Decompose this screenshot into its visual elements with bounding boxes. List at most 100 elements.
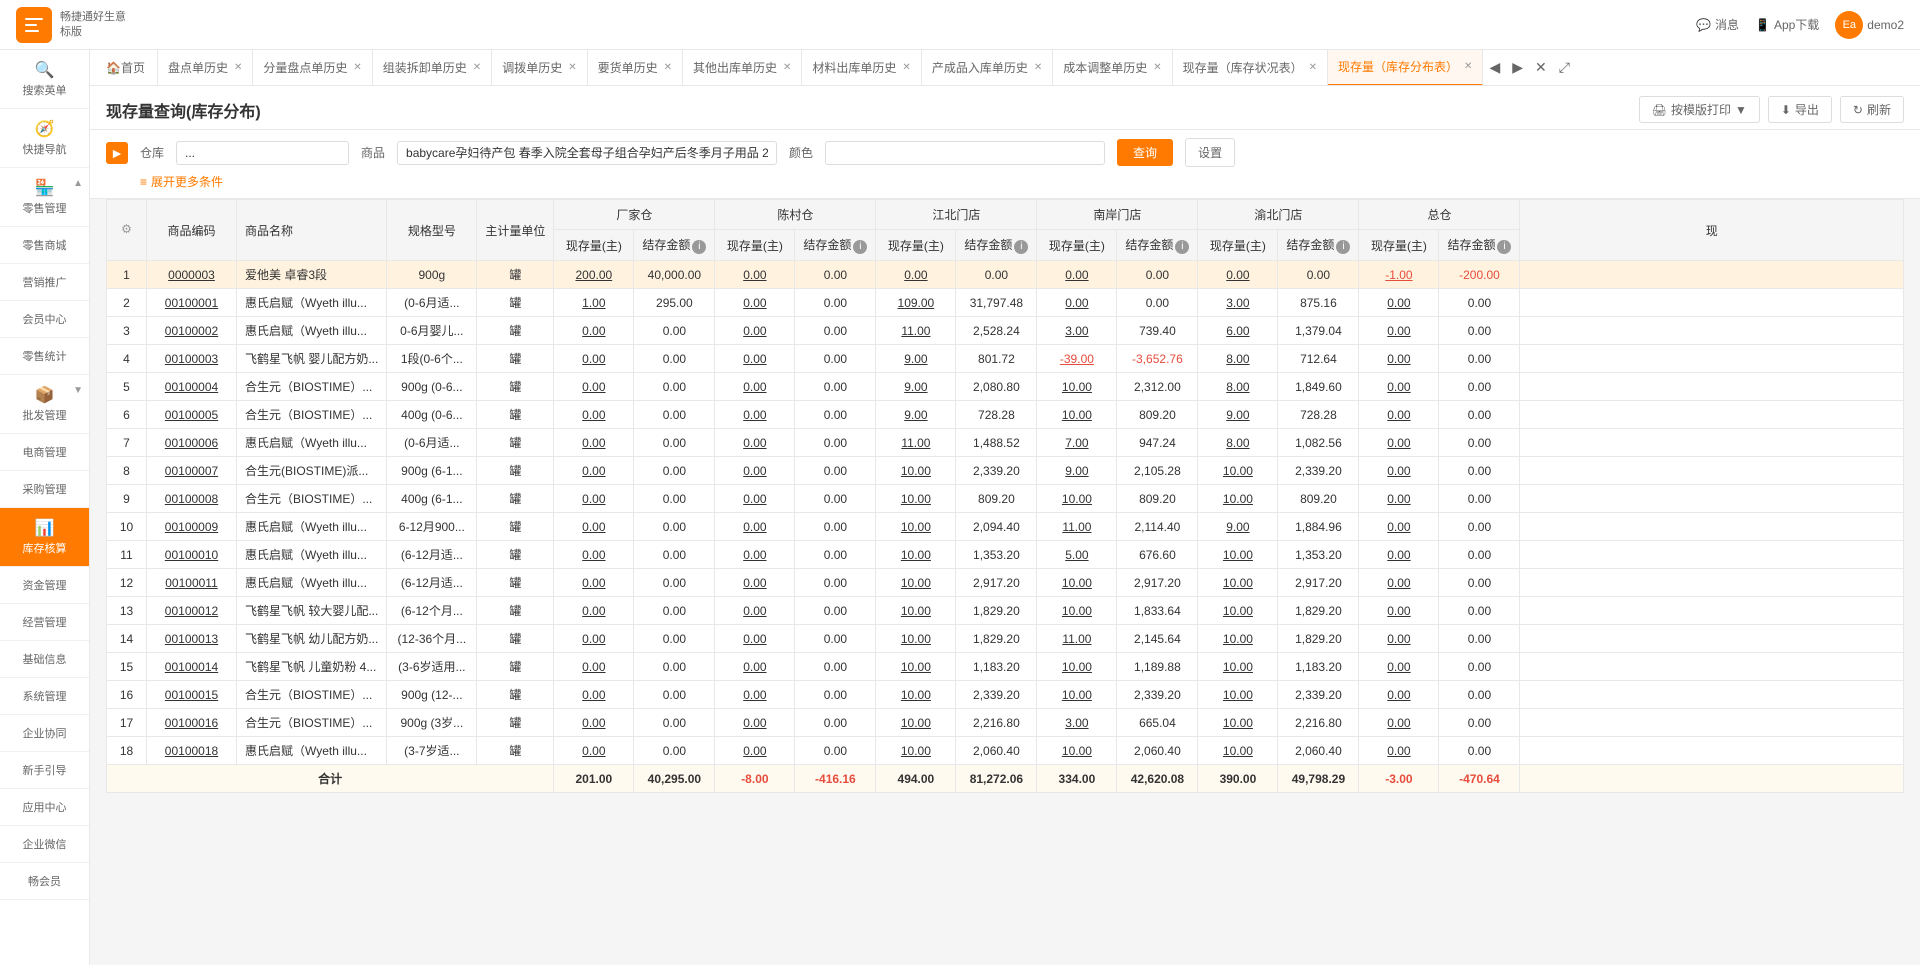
stock-link[interactable]: 0.00 — [904, 268, 927, 282]
stock-link[interactable]: 200.00 — [576, 268, 613, 282]
info-icon[interactable]: i — [1014, 240, 1028, 254]
sidebar-item-inventory[interactable]: 📊 库存核算 — [0, 508, 89, 567]
stock-link[interactable]: 0.00 — [743, 492, 766, 506]
stock-link[interactable]: 0.00 — [743, 408, 766, 422]
stock-link[interactable]: 0.00 — [582, 548, 605, 562]
sidebar-item-purchase[interactable]: 采购管理 — [0, 471, 89, 508]
stock-link[interactable]: 10.00 — [901, 464, 931, 478]
stock-link[interactable]: 1.00 — [582, 296, 605, 310]
tab-stock-dist[interactable]: 现存量（库存分布表） ✕ — [1328, 50, 1483, 86]
stock-link[interactable]: 0.00 — [582, 660, 605, 674]
stock-link[interactable]: 10.00 — [1062, 744, 1092, 758]
code-link[interactable]: 0000003 — [168, 268, 215, 282]
info-icon[interactable]: i — [1336, 240, 1350, 254]
tab-portion-check[interactable]: 分量盘点单历史 ✕ — [253, 50, 372, 86]
code-link[interactable]: 00100014 — [165, 660, 218, 674]
stock-link[interactable]: 10.00 — [1062, 408, 1092, 422]
tab-product-in[interactable]: 产成品入库单历史 ✕ — [922, 50, 1053, 86]
color-input[interactable] — [825, 141, 1105, 165]
stock-link[interactable]: 8.00 — [1226, 380, 1249, 394]
product-input[interactable] — [397, 141, 777, 165]
sidebar-item-apps[interactable]: 应用中心 — [0, 789, 89, 826]
code-link[interactable]: 00100006 — [165, 436, 218, 450]
tab-close-icon[interactable]: ✕ — [1153, 62, 1161, 73]
tab-expand-btn[interactable]: ⤢ — [1553, 50, 1576, 86]
stock-link[interactable]: 0.00 — [1387, 352, 1410, 366]
stock-link[interactable]: 11.00 — [1062, 520, 1091, 534]
stock-link[interactable]: 0.00 — [743, 604, 766, 618]
stock-link[interactable]: 0.00 — [743, 688, 766, 702]
stock-link[interactable]: 0.00 — [582, 604, 605, 618]
stock-link[interactable]: 0.00 — [743, 576, 766, 590]
info-icon[interactable]: i — [692, 240, 706, 254]
stock-link[interactable]: 10.00 — [901, 660, 931, 674]
stock-link[interactable]: 8.00 — [1226, 436, 1249, 450]
sidebar-item-system[interactable]: 系统管理 — [0, 678, 89, 715]
stock-link[interactable]: 9.00 — [904, 352, 927, 366]
stock-link[interactable]: 0.00 — [1387, 576, 1410, 590]
code-link[interactable]: 00100001 — [165, 296, 218, 310]
stock-link[interactable]: 9.00 — [904, 380, 927, 394]
stock-link[interactable]: 0.00 — [1387, 408, 1410, 422]
code-link[interactable]: 00100004 — [165, 380, 218, 394]
code-link[interactable]: 00100009 — [165, 520, 218, 534]
sidebar-item-member2[interactable]: 畅会员 — [0, 863, 89, 900]
stock-link[interactable]: 11.00 — [1062, 632, 1091, 646]
stock-link[interactable]: 3.00 — [1065, 716, 1088, 730]
code-link[interactable]: 00100018 — [165, 744, 218, 758]
stock-link[interactable]: 10.00 — [1223, 548, 1253, 562]
stock-link[interactable]: 0.00 — [582, 352, 605, 366]
stock-link[interactable]: 10.00 — [1223, 632, 1253, 646]
tab-close-icon[interactable]: ✕ — [1034, 62, 1042, 73]
messages-btn[interactable]: 💬 消息 — [1696, 16, 1739, 33]
sidebar-item-wholesale[interactable]: 📦 批发管理 ▼ — [0, 375, 89, 434]
export-btn[interactable]: ⬇ 导出 — [1768, 96, 1832, 123]
code-link[interactable]: 00100011 — [165, 576, 218, 590]
code-link[interactable]: 00100016 — [165, 716, 218, 730]
stock-link[interactable]: 10.00 — [1223, 744, 1253, 758]
stock-link[interactable]: 10.00 — [901, 520, 931, 534]
stock-link[interactable]: 0.00 — [743, 744, 766, 758]
refresh-btn[interactable]: ↻ 刷新 — [1840, 96, 1904, 123]
tab-close-icon[interactable]: ✕ — [1464, 61, 1472, 72]
sidebar-item-enterprise[interactable]: 企业协同 — [0, 715, 89, 752]
code-link[interactable]: 00100002 — [165, 324, 218, 338]
stock-link[interactable]: 0.00 — [582, 688, 605, 702]
tab-other-out[interactable]: 其他出库单历史 ✕ — [683, 50, 802, 86]
sidebar-item-retail-shop[interactable]: 零售商城 — [0, 227, 89, 264]
stock-link[interactable]: 0.00 — [1387, 296, 1410, 310]
tab-inventory-check[interactable]: 盘点单历史 ✕ — [158, 50, 253, 86]
tab-cost-adjust[interactable]: 成本调整单历史 ✕ — [1053, 50, 1172, 86]
stock-link[interactable]: 10.00 — [901, 492, 931, 506]
stock-link[interactable]: 0.00 — [1226, 268, 1249, 282]
stock-link[interactable]: 0.00 — [1387, 380, 1410, 394]
stock-link[interactable]: 0.00 — [1065, 268, 1088, 282]
stock-link[interactable]: 10.00 — [1062, 492, 1092, 506]
sidebar-item-marketing[interactable]: 营销推广 — [0, 264, 89, 301]
stock-link[interactable]: 10.00 — [1223, 576, 1253, 590]
tab-material-out[interactable]: 材料出库单历史 ✕ — [802, 50, 921, 86]
stock-link[interactable]: 0.00 — [743, 268, 766, 282]
stock-link[interactable]: 10.00 — [1062, 380, 1092, 394]
stock-link[interactable]: 0.00 — [1387, 660, 1410, 674]
stock-link[interactable]: 0.00 — [1387, 716, 1410, 730]
stock-link[interactable]: 0.00 — [582, 408, 605, 422]
tab-close-icon[interactable]: ✕ — [473, 62, 481, 73]
sidebar-item-nav[interactable]: 🧭 快捷导航 — [0, 109, 89, 168]
stock-link[interactable]: 10.00 — [1223, 464, 1253, 478]
code-link[interactable]: 00100015 — [165, 688, 218, 702]
warehouse-input[interactable] — [176, 141, 349, 165]
stock-link[interactable]: 0.00 — [582, 380, 605, 394]
info-icon[interactable]: i — [853, 240, 867, 254]
stock-link[interactable]: 0.00 — [582, 324, 605, 338]
tab-close-icon[interactable]: ✕ — [1309, 62, 1317, 73]
stock-link[interactable]: 0.00 — [743, 352, 766, 366]
tab-close-icon[interactable]: ✕ — [234, 62, 242, 73]
stock-link[interactable]: 10.00 — [901, 632, 931, 646]
code-link[interactable]: 00100012 — [165, 604, 218, 618]
stock-link[interactable]: 9.00 — [1226, 408, 1249, 422]
stock-link[interactable]: 0.00 — [582, 436, 605, 450]
stock-link[interactable]: 0.00 — [1065, 296, 1088, 310]
stock-link[interactable]: 9.00 — [904, 408, 927, 422]
stock-link[interactable]: 10.00 — [901, 688, 931, 702]
